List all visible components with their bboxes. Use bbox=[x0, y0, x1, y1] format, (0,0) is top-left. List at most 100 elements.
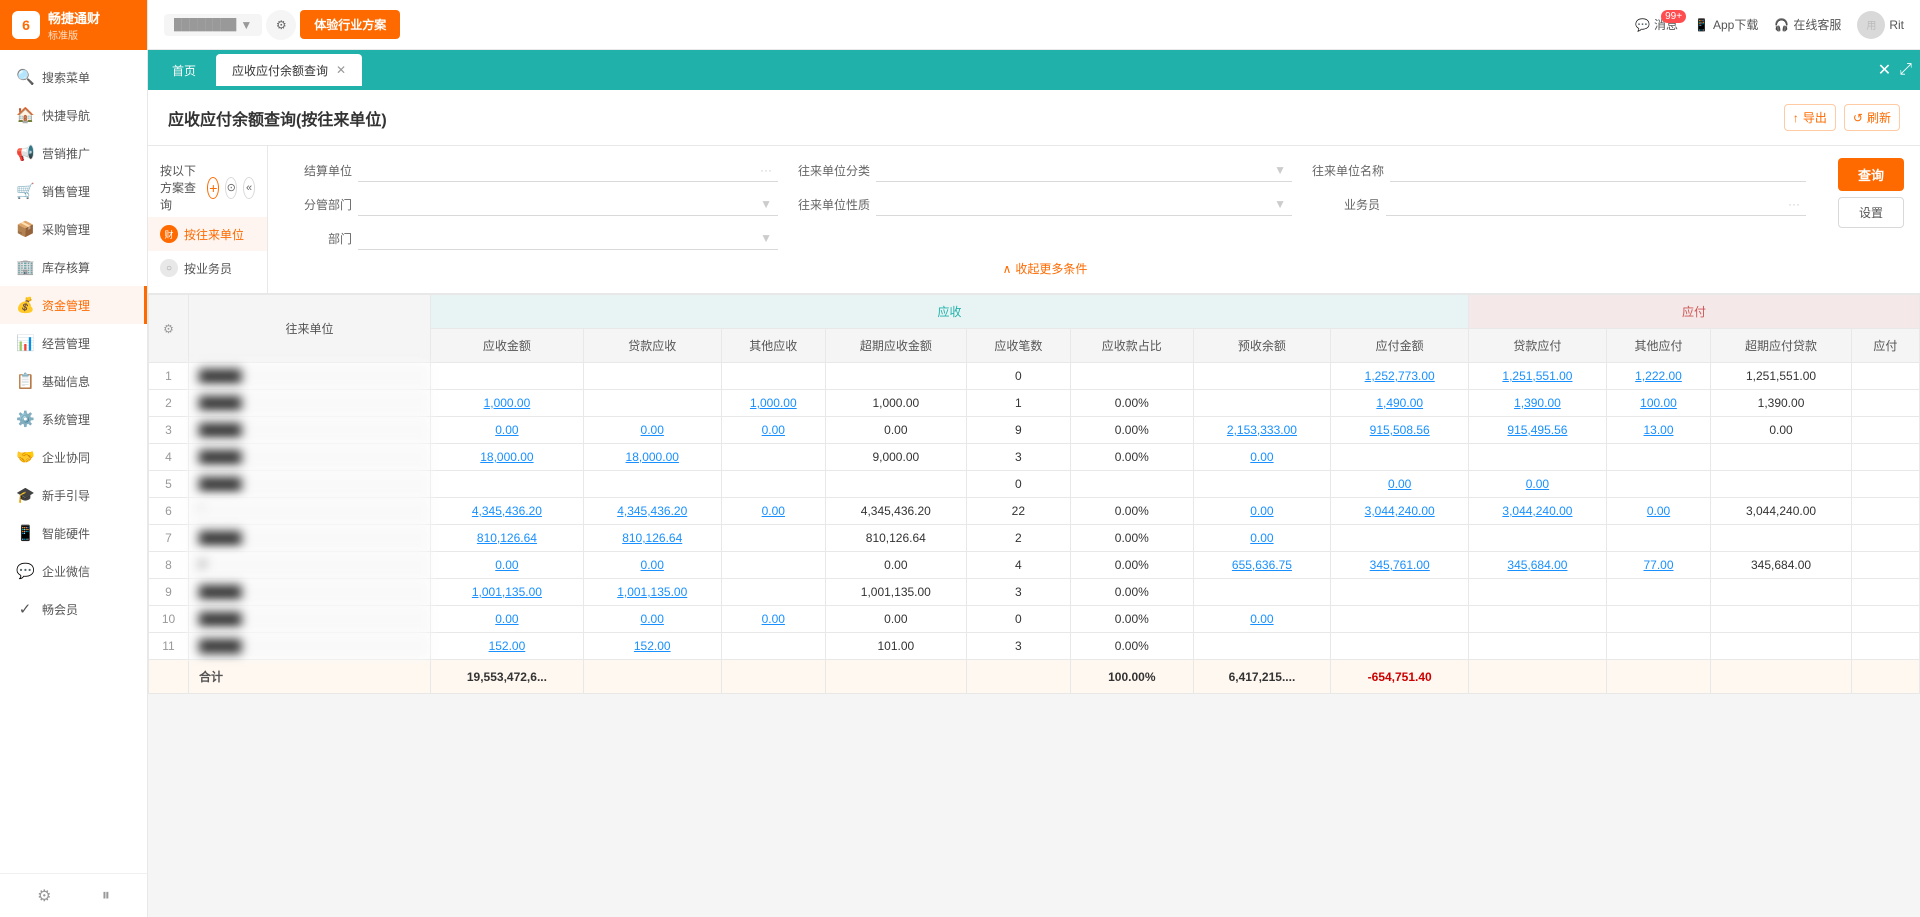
cell-overdue-ar bbox=[825, 363, 966, 390]
cell-advance-balance bbox=[1193, 633, 1331, 660]
add-scheme-btn[interactable]: + bbox=[207, 177, 219, 199]
sidebar-item-wechat[interactable]: 💬 企业微信 bbox=[0, 552, 147, 590]
page-title: 应收应付余额查询(按往来单位) bbox=[168, 106, 387, 130]
cell-loan-ar: 0.00 bbox=[583, 417, 721, 444]
cell-ap-amount bbox=[1331, 525, 1469, 552]
th-loan-ap: 贷款应付 bbox=[1469, 329, 1607, 363]
sidebar-label-quick-nav: 快捷导航 bbox=[42, 107, 90, 124]
online-service-btn[interactable]: 🎧 在线客服 bbox=[1774, 16, 1841, 33]
sidebar-label-guide: 新手引导 bbox=[42, 487, 90, 504]
scheme-item-by-unit[interactable]: 财 按往来单位 bbox=[148, 217, 267, 251]
service-icon: 🎧 bbox=[1774, 18, 1789, 32]
cell-advance-balance: 0.00 bbox=[1193, 444, 1331, 471]
dept-input[interactable]: ▼ bbox=[358, 226, 778, 250]
table-row: 11 █████ 152.00 152.00 101.00 3 0.00% bbox=[149, 633, 1920, 660]
scheme-mode-btn[interactable]: ⊙ bbox=[225, 177, 237, 199]
sidebar-item-inventory[interactable]: 🏢 库存核算 bbox=[0, 248, 147, 286]
cell-other-ap bbox=[1606, 525, 1710, 552]
cell-ap-last bbox=[1851, 417, 1919, 444]
th-overdue-ap-loan: 超期应付贷款 bbox=[1711, 329, 1852, 363]
cell-ar-ratio: 0.00% bbox=[1071, 633, 1194, 660]
sidebar-item-member[interactable]: ✓ 畅会员 bbox=[0, 590, 147, 628]
member-icon: ✓ bbox=[16, 600, 34, 618]
scheme-item-by-salesman[interactable]: ○ 按业务员 bbox=[148, 251, 267, 285]
smart-icon: 📱 bbox=[16, 524, 34, 542]
purchase-icon: 📦 bbox=[16, 220, 34, 238]
sidebar-settings-btn[interactable]: ⚙ bbox=[37, 886, 51, 906]
table-row: 6 ˆ 4,345,436.20 4,345,436.20 0.00 4,345… bbox=[149, 498, 1920, 525]
cell-advance-balance: 0.00 bbox=[1193, 525, 1331, 552]
unit-name-label: 往来单位名称 bbox=[1312, 162, 1384, 179]
tab-home[interactable]: 首页 bbox=[156, 54, 212, 86]
tabbar-actions: ✕ ⤢ bbox=[1878, 60, 1912, 80]
query-action-panel: 查询 设置 bbox=[1822, 146, 1920, 293]
sidebar-collapse-btn[interactable]: ⏸ bbox=[102, 887, 110, 905]
sidebar-item-quick-nav[interactable]: 🏠 快捷导航 bbox=[0, 96, 147, 134]
cell-loan-ap: 915,495.56 bbox=[1469, 417, 1607, 444]
filter-settlement-unit: 结算单位 ··· bbox=[284, 158, 778, 182]
sidebar-item-finance[interactable]: 💰 资金管理 bbox=[0, 286, 147, 324]
cell-no: 10 bbox=[149, 606, 189, 633]
export-btn[interactable]: ↑ 导出 bbox=[1784, 104, 1836, 131]
cell-overdue-ap-loan bbox=[1711, 471, 1852, 498]
sidebar-item-marketing[interactable]: 📢 营销推广 bbox=[0, 134, 147, 172]
notification-btn[interactable]: 💬 消息 99+ bbox=[1635, 16, 1678, 33]
cell-advance-balance: 655,636.75 bbox=[1193, 552, 1331, 579]
table-settings-icon[interactable]: ⚙ bbox=[163, 322, 174, 336]
cell-ar-amount: 0.00 bbox=[430, 552, 583, 579]
footer-loan-ap bbox=[1469, 660, 1607, 694]
sidebar-label-operation: 经营管理 bbox=[42, 335, 90, 352]
settlement-unit-input[interactable]: ··· bbox=[358, 158, 778, 182]
collapse-more-btn[interactable]: ∧ 收起更多条件 bbox=[284, 256, 1806, 281]
setting-btn[interactable]: 设置 bbox=[1838, 197, 1904, 228]
user-profile-btn[interactable]: 用 Rit bbox=[1857, 11, 1904, 39]
scheme-label: 按以下方案查询 bbox=[160, 162, 201, 213]
tab-maximize-btn[interactable]: ⤢ bbox=[1899, 61, 1912, 79]
cell-ar-ratio: 0.00% bbox=[1071, 390, 1194, 417]
sidebar-item-sales[interactable]: 🛒 销售管理 bbox=[0, 172, 147, 210]
cell-other-ap: 1,222.00 bbox=[1606, 363, 1710, 390]
sidebar-item-operation[interactable]: 📊 经营管理 bbox=[0, 324, 147, 362]
company-selector[interactable]: ████████ ▼ bbox=[164, 14, 262, 36]
cell-loan-ap: 1,251,551.00 bbox=[1469, 363, 1607, 390]
tab-close-window-btn[interactable]: ✕ bbox=[1878, 60, 1891, 80]
cell-overdue-ap-loan: 0.00 bbox=[1711, 417, 1852, 444]
trial-btn[interactable]: 体验行业方案 bbox=[300, 10, 400, 39]
data-table: ⚙ 往来单位 应收 应付 应收金额 贷款应收 其他应收 超期应收金额 应收笔数 … bbox=[148, 294, 1920, 694]
cell-other-ap bbox=[1606, 471, 1710, 498]
topbar-settings-btn[interactable]: ⚙ bbox=[266, 10, 296, 40]
app-download-btn[interactable]: 📱 App下载 bbox=[1694, 16, 1758, 33]
cell-other-ap: 100.00 bbox=[1606, 390, 1710, 417]
refresh-btn[interactable]: ↺ 刷新 bbox=[1844, 104, 1900, 131]
unit-nature-input[interactable]: ▼ bbox=[876, 192, 1292, 216]
footer-ap-total: -654,751.40 bbox=[1331, 660, 1469, 694]
sidebar-item-search-menu[interactable]: 🔍 搜索菜单 bbox=[0, 58, 147, 96]
sidebar-item-purchase[interactable]: 📦 采购管理 bbox=[0, 210, 147, 248]
sidebar-label-finance: 资金管理 bbox=[42, 297, 90, 314]
cell-other-ap: 13.00 bbox=[1606, 417, 1710, 444]
th-group-ar: 应收 bbox=[430, 295, 1468, 329]
unit-name-input[interactable] bbox=[1390, 158, 1806, 182]
scheme-collapse-btn[interactable]: « bbox=[243, 177, 255, 199]
cell-ar-count: 0 bbox=[966, 363, 1070, 390]
cell-other-ar bbox=[721, 633, 825, 660]
cell-other-ar bbox=[721, 444, 825, 471]
salesman-input[interactable]: ··· bbox=[1386, 192, 1806, 216]
tab-receivable[interactable]: 应收应付余额查询 ✕ bbox=[216, 54, 362, 86]
sidebar-item-enterprise[interactable]: 🤝 企业协同 bbox=[0, 438, 147, 476]
sidebar-item-basic[interactable]: 📋 基础信息 bbox=[0, 362, 147, 400]
th-advance-balance: 预收余额 bbox=[1193, 329, 1331, 363]
cell-ar-amount: 810,126.64 bbox=[430, 525, 583, 552]
sidebar-item-smart[interactable]: 📱 智能硬件 bbox=[0, 514, 147, 552]
unit-category-input[interactable]: ▼ bbox=[876, 158, 1292, 182]
cell-ap-last bbox=[1851, 471, 1919, 498]
cell-advance-balance bbox=[1193, 363, 1331, 390]
sidebar: 6 畅捷通财 标准版 🔍 搜索菜单 🏠 快捷导航 📢 营销推广 🛒 销售管理 📦… bbox=[0, 0, 148, 917]
sidebar-item-guide[interactable]: 🎓 新手引导 bbox=[0, 476, 147, 514]
cell-other-ar bbox=[721, 525, 825, 552]
query-btn[interactable]: 查询 bbox=[1838, 158, 1904, 191]
sidebar-item-system[interactable]: ⚙️ 系统管理 bbox=[0, 400, 147, 438]
dept-mgmt-input[interactable]: ▼ bbox=[358, 192, 778, 216]
export-icon: ↑ bbox=[1793, 111, 1799, 125]
tab-close-icon[interactable]: ✕ bbox=[336, 63, 346, 77]
